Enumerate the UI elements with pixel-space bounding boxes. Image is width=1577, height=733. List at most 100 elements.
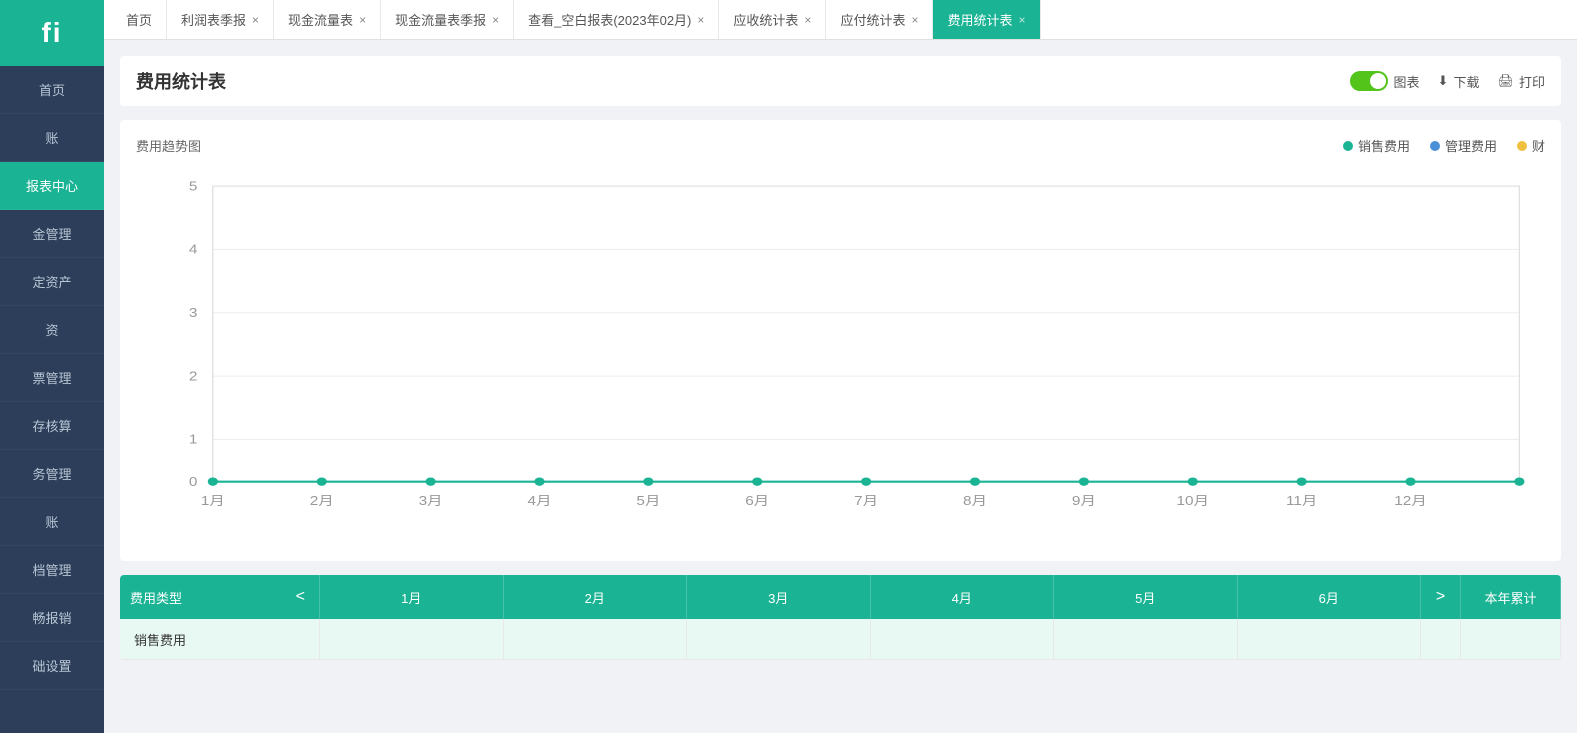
svg-text:4: 4 <box>189 242 198 256</box>
th-month-3: 3月 <box>687 575 871 619</box>
tab-home[interactable]: 首页 <box>112 0 167 40</box>
td-m5 <box>1054 619 1238 659</box>
td-m6 <box>1238 619 1422 659</box>
svg-text:3月: 3月 <box>419 493 443 507</box>
legend-sales: 销售费用 <box>1343 136 1410 155</box>
svg-text:9月: 9月 <box>1072 493 1096 507</box>
th-type: 费用类型 < <box>120 575 320 619</box>
tab-expense[interactable]: 费用统计表 × <box>933 0 1040 40</box>
tab-close-icon[interactable]: × <box>492 13 499 27</box>
td-m3 <box>687 619 871 659</box>
td-m1 <box>320 619 504 659</box>
chart-legend: 销售费用 管理费用 财 <box>1343 136 1545 155</box>
sidebar-item-settings[interactable]: 础设置 <box>0 642 104 690</box>
tab-blank-report[interactable]: 查看_空白报表(2023年02月) × <box>514 0 719 40</box>
main-content: 首页 利润表季报 × 现金流量表 × 现金流量表季报 × 查看_空白报表(202… <box>104 0 1577 733</box>
tab-close-icon[interactable]: × <box>804 13 811 27</box>
print-icon: 🖨 <box>1497 73 1514 89</box>
toggle-label: 图表 <box>1394 72 1420 91</box>
td-spacer <box>1421 619 1461 659</box>
svg-text:1: 1 <box>189 432 198 446</box>
chart-header: 费用趋势图 销售费用 管理费用 财 <box>136 136 1545 155</box>
trend-chart: 5 4 3 2 1 0 <box>136 165 1545 545</box>
download-icon: ⬇ <box>1438 73 1449 89</box>
svg-text:7月: 7月 <box>854 493 878 507</box>
header-actions: 图表 ⬇ 下载 🖨 打印 <box>1350 71 1545 91</box>
th-month-5: 5月 <box>1054 575 1238 619</box>
sidebar-item-archive[interactable]: 档管理 <box>0 546 104 594</box>
app-logo: fi <box>0 0 104 66</box>
print-button[interactable]: 🖨 打印 <box>1497 72 1545 91</box>
sidebar-item-reports[interactable]: 报表中心 <box>0 162 104 210</box>
chart-section: 费用趋势图 销售费用 管理费用 财 <box>120 120 1561 561</box>
svg-text:5月: 5月 <box>636 493 660 507</box>
th-month-6: 6月 <box>1238 575 1422 619</box>
sidebar: fi 首页 账 报表中心 金管理 定资产 资 票管理 存核算 务管理 账 档管理… <box>0 0 104 733</box>
legend-label-finance: 财 <box>1532 136 1545 155</box>
th-month-4: 4月 <box>871 575 1055 619</box>
td-type: 销售费用 <box>120 619 320 659</box>
svg-text:8月: 8月 <box>963 493 987 507</box>
sidebar-item-invoice[interactable]: 票管理 <box>0 354 104 402</box>
legend-dot-finance <box>1517 141 1527 151</box>
sidebar-item-inventory[interactable]: 存核算 <box>0 402 104 450</box>
tab-cashflow[interactable]: 现金流量表 × <box>274 0 381 40</box>
tab-profit-quarterly[interactable]: 利润表季报 × <box>167 0 274 40</box>
svg-text:5: 5 <box>189 179 198 193</box>
legend-label-admin: 管理费用 <box>1445 136 1497 155</box>
legend-dot-admin <box>1430 141 1440 151</box>
td-m4 <box>871 619 1055 659</box>
th-type-label: 费用类型 <box>130 588 182 607</box>
th-total: 本年累计 <box>1461 575 1561 619</box>
svg-text:1月: 1月 <box>201 493 225 507</box>
table-header: 费用类型 < 1月 2月 3月 4月 5月 6月 > 本年累计 <box>120 575 1561 619</box>
tab-close-icon[interactable]: × <box>252 13 259 27</box>
svg-text:11月: 11月 <box>1286 493 1317 507</box>
table-row: 销售费用 <box>120 619 1561 660</box>
tab-cashflow-quarterly[interactable]: 现金流量表季报 × <box>381 0 514 40</box>
table-next-btn[interactable]: > <box>1432 588 1449 606</box>
tab-close-icon[interactable]: × <box>1018 13 1025 27</box>
page-header: 费用统计表 图表 ⬇ 下载 🖨 打印 <box>120 56 1561 106</box>
page-title: 费用统计表 <box>136 68 226 94</box>
th-month-1: 1月 <box>320 575 504 619</box>
chart-title: 费用趋势图 <box>136 136 201 155</box>
table-prev-btn[interactable]: < <box>292 588 309 606</box>
tab-close-icon[interactable]: × <box>359 13 366 27</box>
sidebar-item-expense[interactable]: 畅报销 <box>0 594 104 642</box>
svg-text:6月: 6月 <box>745 493 769 507</box>
th-next-btn-cell: > <box>1421 575 1461 619</box>
chart-toggle-wrap: 图表 <box>1350 71 1420 91</box>
legend-dot-sales <box>1343 141 1353 151</box>
sidebar-item-home[interactable]: 首页 <box>0 66 104 114</box>
sidebar-item-service[interactable]: 务管理 <box>0 450 104 498</box>
th-month-2: 2月 <box>504 575 688 619</box>
tab-payable[interactable]: 应付统计表 × <box>826 0 933 40</box>
legend-finance: 财 <box>1517 136 1545 155</box>
svg-text:10月: 10月 <box>1177 493 1209 507</box>
svg-text:2: 2 <box>189 369 198 383</box>
svg-text:4月: 4月 <box>528 493 552 507</box>
tab-receivable[interactable]: 应收统计表 × <box>719 0 826 40</box>
svg-text:3: 3 <box>189 305 198 319</box>
download-button[interactable]: ⬇ 下载 <box>1438 72 1480 91</box>
sidebar-item-finance[interactable]: 金管理 <box>0 210 104 258</box>
chart-container: 5 4 3 2 1 0 <box>136 165 1545 545</box>
sidebar-item-assets[interactable]: 定资产 <box>0 258 104 306</box>
expense-table: 费用类型 < 1月 2月 3月 4月 5月 6月 > 本年累计 销售费用 <box>120 575 1561 660</box>
tab-close-icon[interactable]: × <box>911 13 918 27</box>
sidebar-item-capital[interactable]: 资 <box>0 306 104 354</box>
chart-toggle[interactable] <box>1350 71 1388 91</box>
tab-close-icon[interactable]: × <box>697 13 704 27</box>
sidebar-item-account[interactable]: 账 <box>0 114 104 162</box>
sidebar-item-ledger[interactable]: 账 <box>0 498 104 546</box>
td-total <box>1461 619 1561 659</box>
svg-text:12月: 12月 <box>1394 493 1426 507</box>
legend-label-sales: 销售费用 <box>1358 136 1410 155</box>
page-content: 费用统计表 图表 ⬇ 下载 🖨 打印 费用趋势图 <box>104 40 1577 733</box>
legend-admin: 管理费用 <box>1430 136 1497 155</box>
svg-text:0: 0 <box>189 474 198 488</box>
td-m2 <box>504 619 688 659</box>
tab-bar: 首页 利润表季报 × 现金流量表 × 现金流量表季报 × 查看_空白报表(202… <box>104 0 1577 40</box>
svg-text:2月: 2月 <box>310 493 334 507</box>
